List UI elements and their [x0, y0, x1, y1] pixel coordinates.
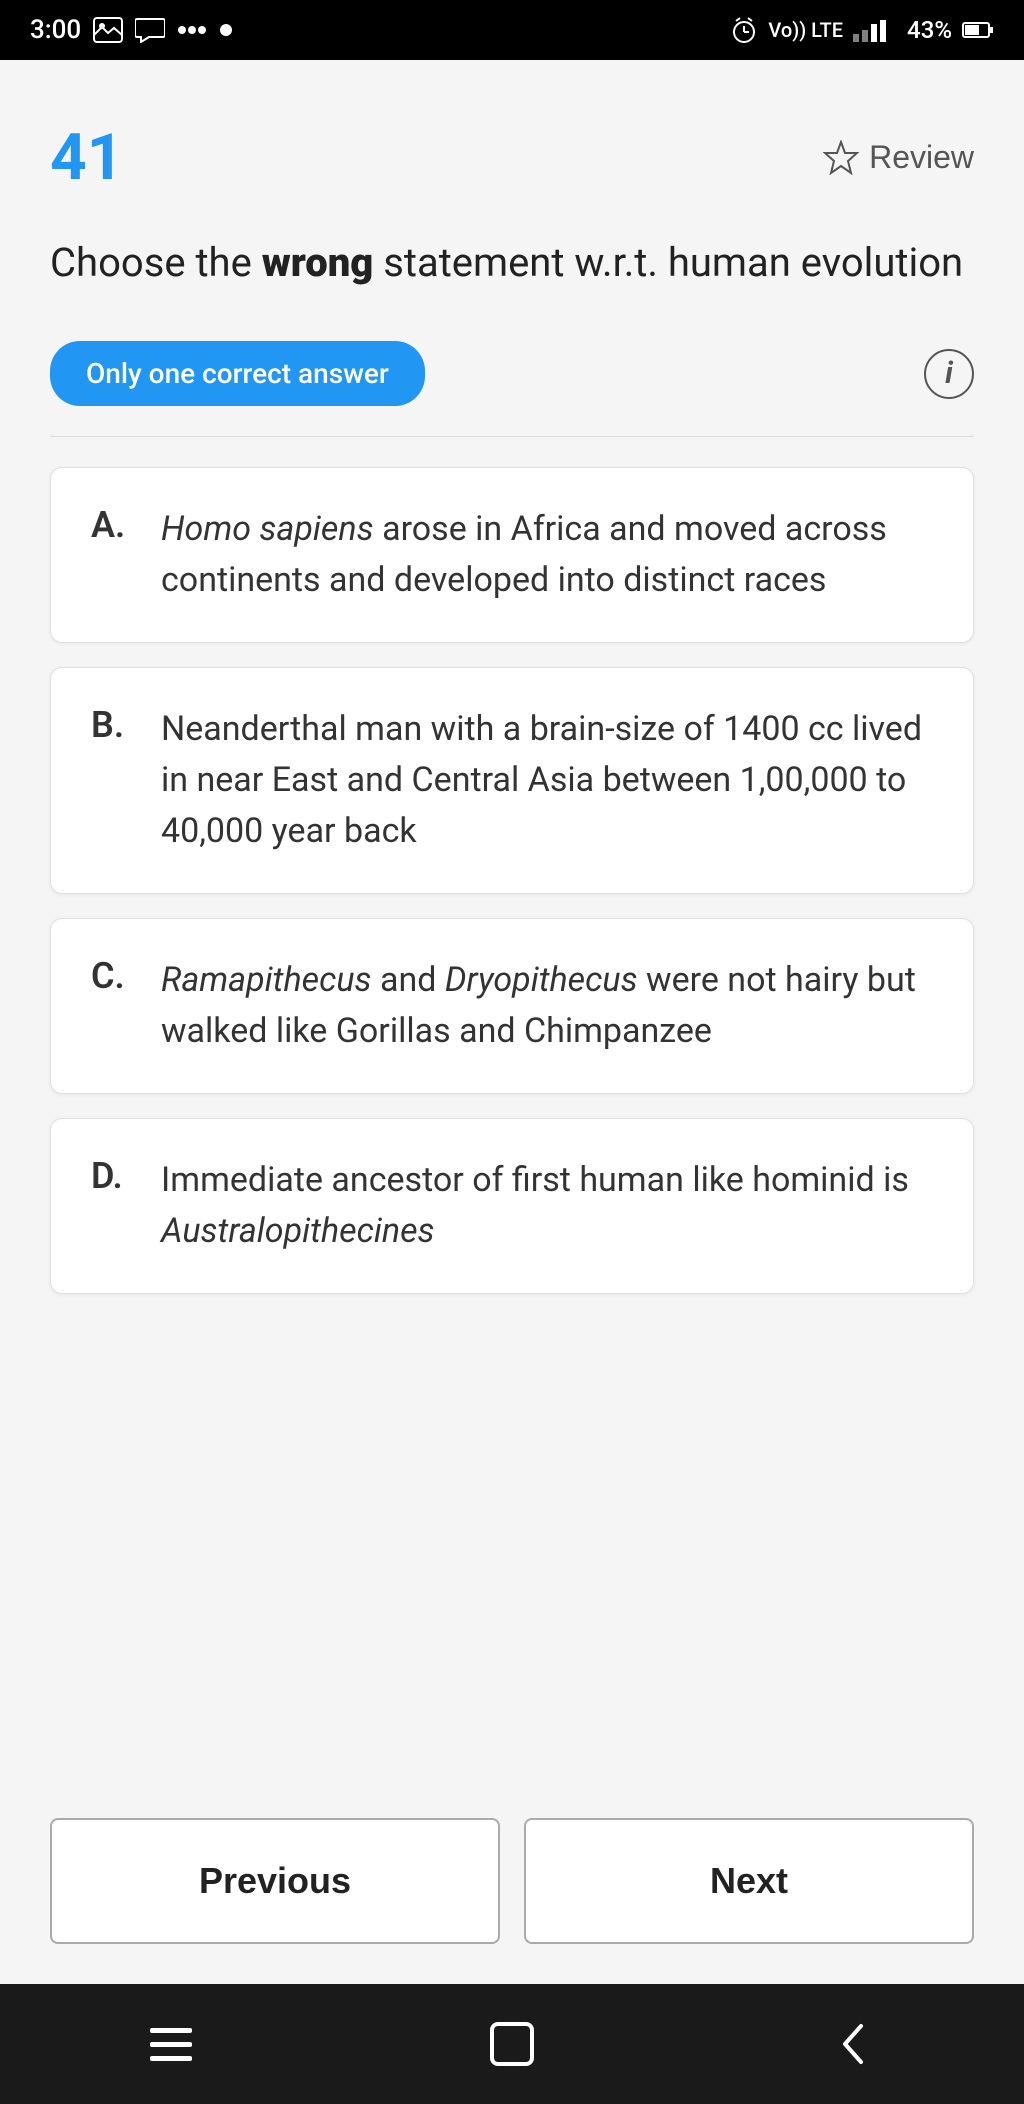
option-c-italic-1: Ramapithecus: [161, 960, 372, 1000]
dot-icon: [219, 23, 233, 37]
options-container: A. Homo sapiens arose in Africa and move…: [50, 467, 974, 1294]
question-text-bold: wrong: [262, 239, 374, 286]
question-text-prefix: Choose the: [50, 239, 262, 286]
bottom-navigation-bar: [0, 1984, 1024, 2104]
answer-type-badge: Only one correct answer: [50, 341, 425, 406]
option-a[interactable]: A. Homo sapiens arose in Africa and move…: [50, 467, 974, 643]
signal-icon: [853, 18, 897, 42]
navigation-buttons: Previous Next: [50, 1818, 974, 1944]
info-icon[interactable]: i: [924, 349, 974, 399]
battery-icon: [962, 20, 994, 40]
option-a-text: Homo sapiens arose in Africa and moved a…: [161, 504, 933, 606]
question-header: 41 Review: [50, 120, 974, 195]
section-divider: [50, 436, 974, 437]
option-a-italic: Homo sapiens: [161, 509, 374, 549]
main-content: 41 Review Choose the wrong statement w.r…: [0, 60, 1024, 1984]
status-right: Vo)) LTE 43%: [730, 16, 994, 44]
alarm-icon: [730, 16, 758, 44]
option-d-italic: Australopithecines: [161, 1211, 435, 1251]
home-square: [490, 2022, 534, 2066]
chat-icon: [135, 17, 165, 43]
option-b-text: Neanderthal man with a brain-size of 140…: [161, 704, 933, 857]
star-icon: [823, 140, 859, 176]
option-d[interactable]: D. Immediate ancestor of first human lik…: [50, 1118, 974, 1294]
option-c-text: Ramapithecus and Dryopithecus were not h…: [161, 955, 933, 1057]
image-icon: [93, 17, 123, 43]
status-left: 3:00: [30, 15, 233, 45]
question-text: Choose the wrong statement w.r.t. human …: [50, 235, 974, 291]
option-d-text: Immediate ancestor of first human like h…: [161, 1155, 933, 1257]
option-d-label: D.: [91, 1155, 131, 1197]
status-bar: 3:00 Vo)) LTE: [0, 0, 1024, 60]
next-button[interactable]: Next: [524, 1818, 974, 1944]
time-display: 3:00: [30, 15, 81, 45]
option-a-label: A.: [91, 504, 131, 546]
home-icon[interactable]: [482, 2014, 542, 2074]
option-c[interactable]: C. Ramapithecus and Dryopithecus were no…: [50, 918, 974, 1094]
option-b[interactable]: B. Neanderthal man with a brain-size of …: [50, 667, 974, 894]
badge-row: Only one correct answer i: [50, 341, 974, 406]
dots-icon: [177, 25, 207, 35]
back-icon[interactable]: [823, 2014, 883, 2074]
network-label: Vo)) LTE: [768, 18, 843, 42]
question-number: 41: [50, 120, 123, 195]
previous-button[interactable]: Previous: [50, 1818, 500, 1944]
review-button[interactable]: Review: [823, 139, 974, 176]
option-b-label: B.: [91, 704, 131, 746]
option-c-label: C.: [91, 955, 131, 997]
menu-icon[interactable]: [141, 2014, 201, 2074]
battery-percentage: 43%: [907, 16, 952, 44]
review-label: Review: [869, 139, 974, 176]
back-chevron: [835, 2022, 871, 2066]
option-c-italic-2: Dryopithecus: [445, 960, 638, 1000]
question-text-suffix: statement w.r.t. human evolution: [373, 239, 963, 286]
